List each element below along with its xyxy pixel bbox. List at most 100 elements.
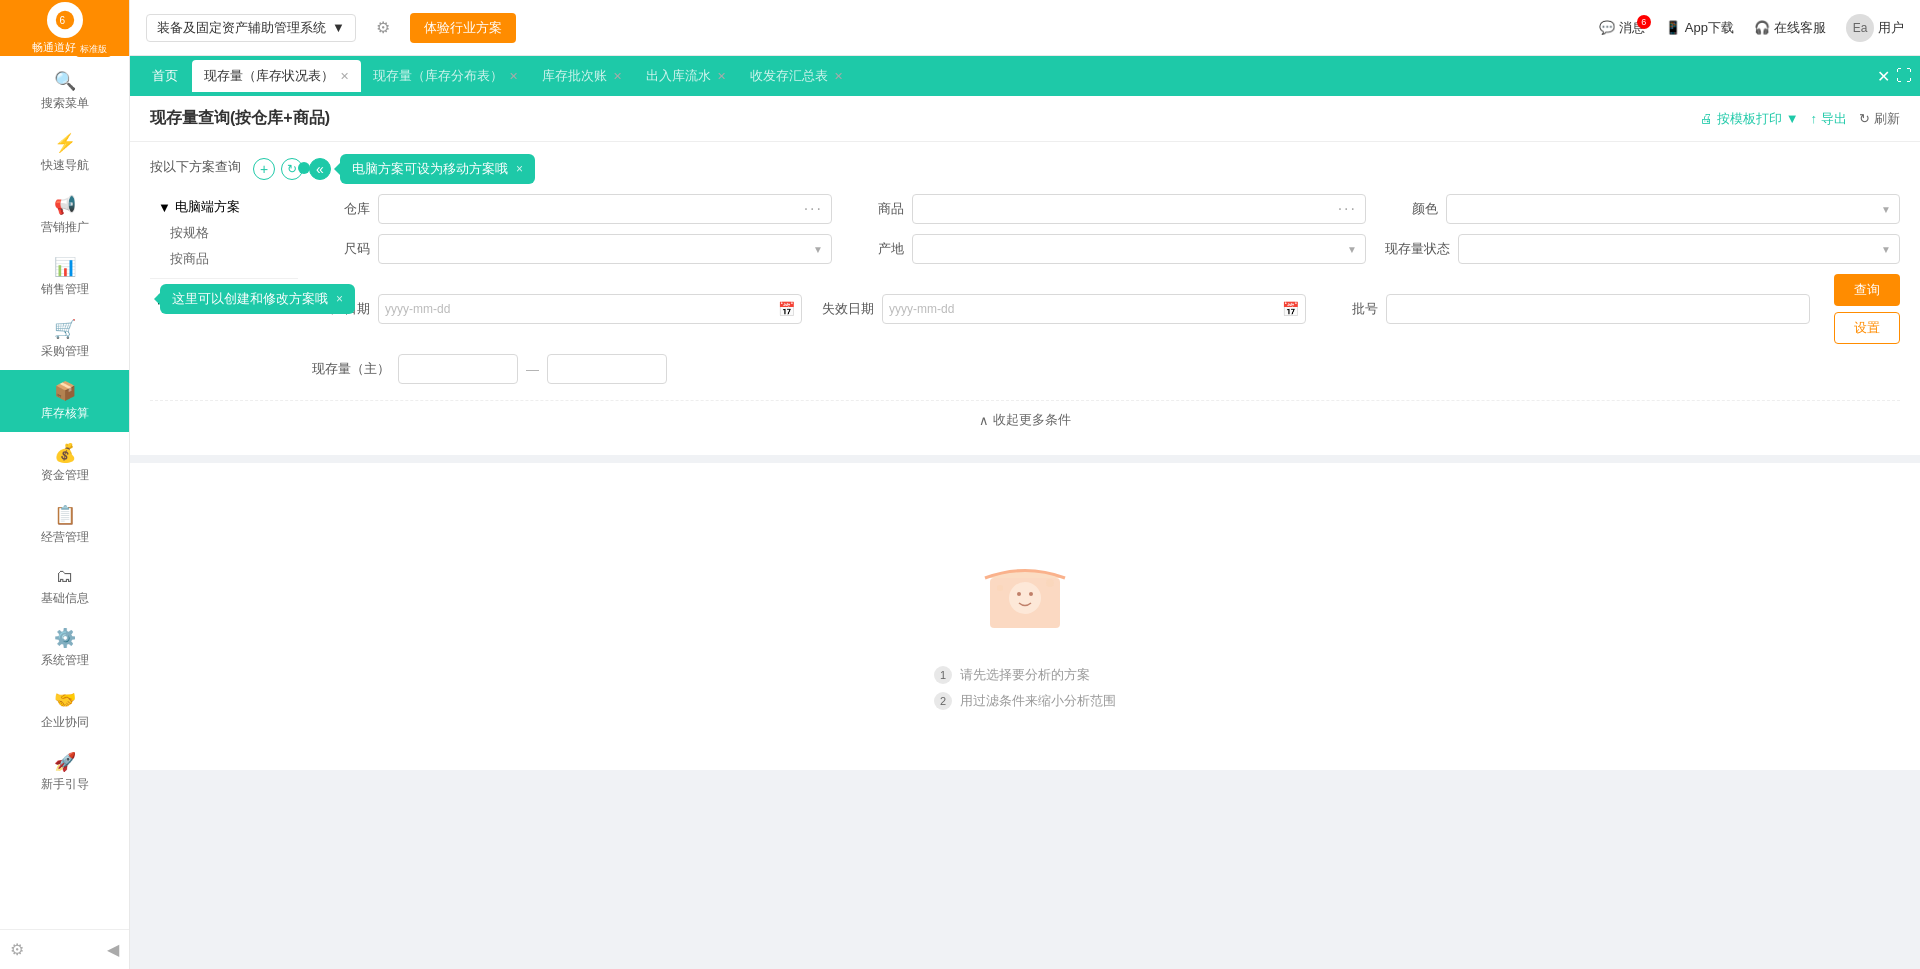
sidebar-item-inventory[interactable]: 📦 库存核算 [0, 370, 129, 432]
field-batch-no: 批号 [1318, 294, 1810, 324]
tab-inventory-dist[interactable]: 现存量（库存分布表） ✕ [361, 60, 530, 92]
tab-close-inout-flow[interactable]: ✕ [717, 70, 726, 83]
select-size[interactable]: ▼ [378, 234, 832, 264]
inventory-icon: 📦 [54, 380, 76, 402]
sidebar-item-purchase[interactable]: 🛒 采购管理 [0, 308, 129, 370]
input-warehouse[interactable]: ··· [378, 194, 832, 224]
sidebar-label-enterprise: 企业协同 [41, 714, 89, 731]
sidebar-item-enterprise[interactable]: 🤝 企业协同 [0, 679, 129, 741]
select-color[interactable]: ▼ [1446, 194, 1900, 224]
sidebar-item-operation[interactable]: 📋 经营管理 [0, 494, 129, 556]
reset-btn[interactable]: 设置 [1834, 312, 1900, 344]
sidebar-item-marketing[interactable]: 📢 营销推广 [0, 184, 129, 246]
sidebar-label-purchase: 采购管理 [41, 343, 89, 360]
online-service-label: 在线客服 [1774, 19, 1826, 37]
header-left: 装备及固定资产辅助管理系统 ▼ ⚙ 体验行业方案 [146, 13, 516, 43]
color-dropdown-icon: ▼ [1881, 204, 1891, 215]
range-dash: — [526, 362, 539, 377]
app-download-btn[interactable]: 📱 App下载 [1665, 19, 1734, 37]
scheme-item-byproduct[interactable]: 按商品 [150, 246, 298, 272]
user-label: 用户 [1878, 19, 1904, 37]
tooltip-2: 这里可以创建和修改方案哦 × [160, 284, 355, 314]
sidebar-item-finance[interactable]: 💰 资金管理 [0, 432, 129, 494]
system-icon: ⚙️ [54, 627, 76, 649]
add-scheme-btn[interactable]: + [253, 158, 275, 180]
tab-close-recv-send[interactable]: ✕ [834, 70, 843, 83]
basicinfo-icon: 🗂 [56, 566, 74, 587]
tab-home[interactable]: 首页 [138, 60, 192, 92]
input-stock-qty-max[interactable] [547, 354, 667, 384]
page-header: 现存量查询(按仓库+商品) 🖨 按模板打印 ▼ ↑ 导出 ↻ 刷新 [130, 96, 1920, 142]
scheme-list-panel: ▼ 电脑端方案 按规格 按商品 ▶ 移动端方案 [150, 194, 310, 392]
refresh-btn[interactable]: ↻ 刷新 [1859, 110, 1900, 128]
stock-status-dropdown-icon: ▼ [1881, 244, 1891, 255]
input-stock-qty-min[interactable] [398, 354, 518, 384]
field-product: 商品 ··· [844, 194, 1366, 224]
sidebar-nav: 🔍 搜索菜单 ⚡ 快速导航 📢 营销推广 📊 销售管理 🛒 采购管理 📦 库存核… [0, 56, 129, 929]
purchase-icon: 🛒 [54, 318, 76, 340]
system-name-label: 装备及固定资产辅助管理系统 [157, 19, 326, 37]
export-label: 导出 [1821, 110, 1847, 128]
tip-num-2: 2 [934, 692, 952, 710]
sidebar-label-search: 搜索菜单 [41, 95, 89, 112]
label-expiry-date: 失效日期 [814, 300, 874, 318]
input-expiry-date[interactable]: yyyy-mm-dd 📅 [882, 294, 1306, 324]
scheme-desktop-toggle[interactable]: ▼ 电脑端方案 [150, 194, 298, 220]
tab-label-inout-flow: 出入库流水 [646, 67, 711, 85]
tab-label-inventory-dist: 现存量（库存分布表） [373, 67, 503, 85]
tooltip-1-close[interactable]: × [516, 162, 523, 176]
guide-icon: 🚀 [54, 751, 76, 773]
scheme-item-byspec[interactable]: 按规格 [150, 220, 298, 246]
trial-btn[interactable]: 体验行业方案 [410, 13, 516, 43]
settings-gear-btn[interactable]: ⚙ [368, 13, 398, 43]
scheme-item-byspec-label: 按规格 [170, 224, 209, 242]
refresh-label: 刷新 [1874, 110, 1900, 128]
input-batch-no[interactable] [1386, 294, 1810, 324]
input-product[interactable]: ··· [912, 194, 1366, 224]
tab-inout-flow[interactable]: 出入库流水 ✕ [634, 60, 738, 92]
sidebar-item-quicknav[interactable]: ⚡ 快速导航 [0, 122, 129, 184]
sidebar-item-sales[interactable]: 📊 销售管理 [0, 246, 129, 308]
svg-point-7 [1046, 579, 1054, 587]
tab-fullscreen-btn[interactable]: ⛶ [1896, 67, 1912, 86]
empty-illustration [965, 523, 1085, 646]
tooltip-2-close[interactable]: × [336, 292, 343, 306]
notification-btn[interactable]: 💬 消息 6 [1599, 19, 1645, 37]
sidebar-item-system[interactable]: ⚙️ 系统管理 [0, 617, 129, 679]
user-menu[interactable]: Ea 用户 [1846, 14, 1904, 42]
template-print-btn[interactable]: 🖨 按模板打印 ▼ [1700, 110, 1799, 128]
tab-close-all-btn[interactable]: ✕ [1877, 67, 1890, 86]
system-selector[interactable]: 装备及固定资产辅助管理系统 ▼ [146, 14, 356, 42]
tab-close-inventory-dist[interactable]: ✕ [509, 70, 518, 83]
settings-bottom-btn[interactable]: ⚙ [10, 940, 24, 959]
sidebar-item-search[interactable]: 🔍 搜索菜单 [0, 60, 129, 122]
sidebar-item-basicinfo[interactable]: 🗂 基础信息 [0, 556, 129, 617]
quicknav-icon: ⚡ [54, 132, 76, 154]
collapse-btn[interactable]: ∧ 收起更多条件 [979, 411, 1071, 429]
sidebar: 6 畅通道好生意 标准版 🔍 搜索菜单 ⚡ 快速导航 📢 营销推广 📊 销售管理… [0, 0, 130, 969]
print-icon: 🖨 [1700, 111, 1713, 126]
empty-tips: 1 请先选择要分析的方案 2 用过滤条件来缩小分析范围 [934, 666, 1116, 710]
tab-recv-send[interactable]: 收发存汇总表 ✕ [738, 60, 855, 92]
tab-batch-account[interactable]: 库存批次账 ✕ [530, 60, 634, 92]
tab-inventory-status[interactable]: 现存量（库存状况表） ✕ [192, 60, 361, 92]
tab-label-inventory-status: 现存量（库存状况表） [204, 67, 334, 85]
select-stock-status[interactable]: ▼ [1458, 234, 1900, 264]
sales-icon: 📊 [54, 256, 76, 278]
export-btn[interactable]: ↑ 导出 [1811, 110, 1848, 128]
label-batch-no: 批号 [1318, 300, 1378, 318]
filter-fields-area: 仓库 ··· 商品 ··· [310, 194, 1900, 392]
scheme-item-byproduct-label: 按商品 [170, 250, 209, 268]
collapse-sidebar-btn[interactable]: ◀ [107, 940, 119, 959]
select-origin[interactable]: ▼ [912, 234, 1366, 264]
tab-close-inventory-status[interactable]: ✕ [340, 70, 349, 83]
sidebar-item-guide[interactable]: 🚀 新手引导 [0, 741, 129, 803]
input-production-date[interactable]: yyyy-mm-dd 📅 [378, 294, 802, 324]
tab-close-batch-account[interactable]: ✕ [613, 70, 622, 83]
online-service-btn[interactable]: 🎧 在线客服 [1754, 19, 1826, 37]
svg-point-5 [1029, 592, 1033, 596]
collapse-up-icon: ∧ [979, 413, 989, 428]
field-stock-status: 现存量状态 ▼ [1378, 234, 1900, 264]
search-btn[interactable]: 查询 [1834, 274, 1900, 306]
sidebar-label-basicinfo: 基础信息 [41, 590, 89, 607]
